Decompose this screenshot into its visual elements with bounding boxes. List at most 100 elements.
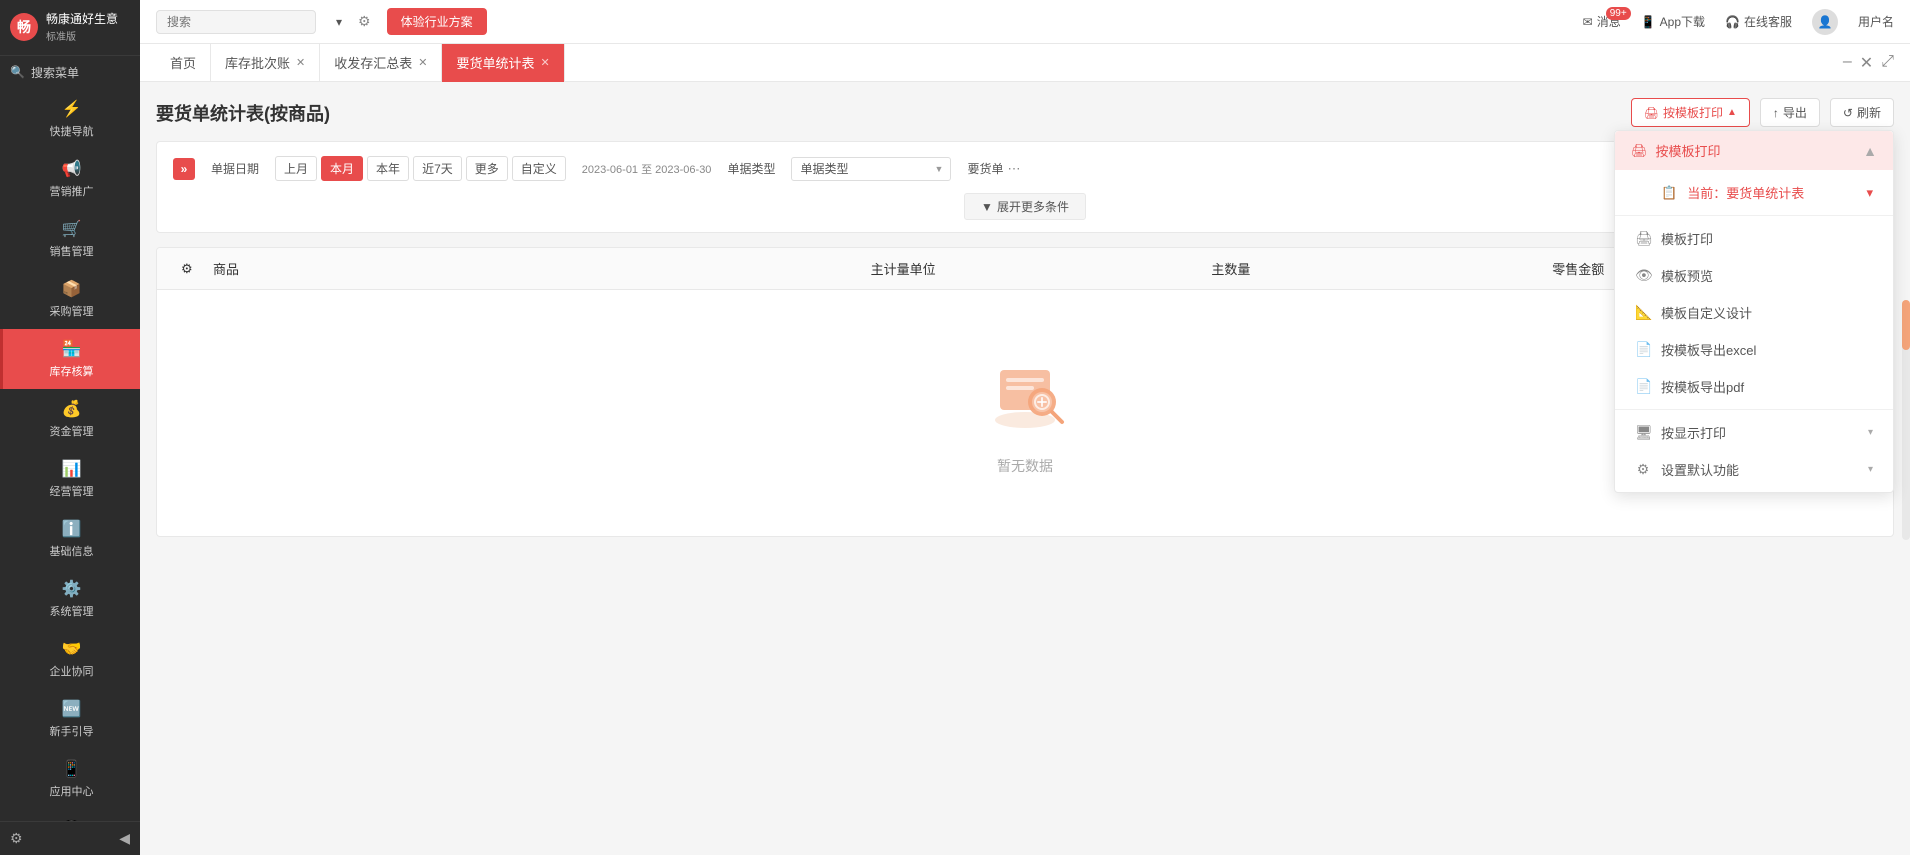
system-icon: ⚙️ bbox=[62, 579, 82, 599]
restore-icon[interactable]: ⤢ bbox=[1881, 53, 1894, 73]
sidebar-item-operations[interactable]: 📊 经营管理 bbox=[0, 449, 140, 509]
th-gear[interactable]: ⚙ bbox=[169, 261, 201, 277]
date-btn-last-month[interactable]: 上月 bbox=[275, 156, 317, 181]
online-support-button[interactable]: 🎧 在线客服 bbox=[1725, 13, 1792, 30]
expand-conditions-button[interactable]: ▼ 展开更多条件 bbox=[964, 193, 1086, 220]
refresh-icon: ↺ bbox=[1843, 106, 1853, 120]
dropdown-close-icon[interactable]: ▲ bbox=[1863, 143, 1877, 159]
message-icon: ✉ bbox=[1583, 15, 1593, 29]
collapse-icon[interactable]: ◀ bbox=[119, 830, 130, 847]
sidebar-item-guide[interactable]: 🆕 新手引导 bbox=[0, 689, 140, 749]
topbar-right: ✉ 消息 99+ 📱 App下载 🎧 在线客服 👤 用户名 bbox=[1583, 9, 1894, 35]
dropdown-title: 🖨 按模板打印 bbox=[1631, 141, 1721, 160]
date-btn-this-month[interactable]: 本月 bbox=[321, 156, 363, 181]
date-btn-7days[interactable]: 近7天 bbox=[413, 156, 462, 181]
date-btn-more[interactable]: 更多 bbox=[466, 156, 508, 181]
date-btn-custom[interactable]: 自定义 bbox=[512, 156, 566, 181]
dropdown-item-display-print[interactable]: 🖥 按显示打印 ▾ bbox=[1615, 414, 1893, 451]
search-icon: 🔍 bbox=[10, 65, 25, 79]
template-custom-icon: 📐 bbox=[1635, 304, 1651, 321]
dropdown-item-export-pdf[interactable]: 📄 按模板导出pdf bbox=[1615, 368, 1893, 405]
basics-icon: ℹ️ bbox=[62, 519, 82, 539]
tab-home[interactable]: 首页 bbox=[156, 44, 211, 82]
sidebar-item-wecom[interactable]: 💬 企业微信 bbox=[0, 809, 140, 821]
current-template-icon: 📋 bbox=[1661, 185, 1677, 201]
type-select-wrap: 单据类型 bbox=[791, 157, 951, 181]
dropdown-item-template-print[interactable]: 🖨 模板打印 bbox=[1615, 220, 1893, 257]
app-download-button[interactable]: 📱 App下载 bbox=[1641, 13, 1705, 30]
sidebar-item-label: 经营管理 bbox=[50, 483, 94, 499]
sidebar-item-marketing[interactable]: 📢 营销推广 bbox=[0, 149, 140, 209]
sidebar-item-label: 新手引导 bbox=[50, 723, 94, 739]
export-label: 导出 bbox=[1783, 104, 1807, 121]
minimize-icon[interactable]: – bbox=[1843, 53, 1852, 73]
sidebar-item-apps[interactable]: 📱 应用中心 bbox=[0, 749, 140, 809]
dropdown-item-template-custom[interactable]: 📐 模板自定义设计 bbox=[1615, 294, 1893, 331]
app-logo-icon: 畅 bbox=[10, 13, 38, 41]
tab-receivable-label: 收发存汇总表 bbox=[334, 53, 412, 72]
tab-order-label: 要货单统计表 bbox=[456, 53, 534, 72]
user-avatar[interactable]: 👤 bbox=[1812, 9, 1838, 35]
page-title: 要货单统计表(按商品) bbox=[156, 100, 330, 126]
sidebar-search[interactable]: 🔍 搜索菜单 bbox=[0, 56, 140, 89]
guide-icon: 🆕 bbox=[62, 699, 82, 719]
set-default-icon: ⚙ bbox=[1635, 461, 1651, 478]
tab-receivable-close-icon[interactable]: ✕ bbox=[418, 56, 427, 69]
tab-order-close-icon[interactable]: ✕ bbox=[541, 56, 550, 69]
tab-order-stats[interactable]: 要货单统计表 ✕ bbox=[442, 44, 564, 82]
tab-batch-account[interactable]: 库存批次账 ✕ bbox=[211, 44, 320, 82]
sidebar-item-label: 销售管理 bbox=[50, 243, 94, 259]
close-window-icon[interactable]: ✕ bbox=[1860, 53, 1873, 73]
download-icon: 📱 bbox=[1641, 15, 1656, 29]
sidebar-item-inventory[interactable]: 🏪 库存核算 bbox=[0, 329, 140, 389]
no-data-icon bbox=[980, 350, 1070, 440]
topbar-search-input[interactable] bbox=[156, 10, 316, 34]
no-data-text: 暂无数据 bbox=[997, 456, 1053, 476]
type-select[interactable]: 单据类型 bbox=[791, 157, 951, 181]
sidebar-item-system[interactable]: ⚙️ 系统管理 bbox=[0, 569, 140, 629]
dropdown-item-template-preview[interactable]: 👁 模板预览 bbox=[1615, 257, 1893, 294]
tabs-window-controls: – ✕ ⤢ bbox=[1843, 53, 1894, 73]
set-default-label: 设置默认功能 bbox=[1661, 460, 1858, 479]
tabs-bar: 首页 库存批次账 ✕ 收发存汇总表 ✕ 要货单统计表 ✕ – ✕ ⤢ bbox=[140, 44, 1910, 82]
current-template-label: 当前：要货单统计表 bbox=[1677, 183, 1866, 202]
sidebar-item-basics[interactable]: ℹ️ 基础信息 bbox=[0, 509, 140, 569]
tab-receivable-summary[interactable]: 收发存汇总表 ✕ bbox=[320, 44, 442, 82]
sidebar-item-purchase[interactable]: 📦 采购管理 bbox=[0, 269, 140, 329]
dropdown-item-export-excel[interactable]: 📄 按模板导出excel bbox=[1615, 331, 1893, 368]
sidebar-item-label: 企业协同 bbox=[50, 663, 94, 679]
enterprise-icon: 🤝 bbox=[62, 639, 82, 659]
scrollbar-thumb[interactable] bbox=[1902, 300, 1910, 350]
export-excel-label: 按模板导出excel bbox=[1661, 340, 1873, 359]
refresh-button[interactable]: ↺ 刷新 bbox=[1830, 98, 1894, 127]
print-button[interactable]: 🖨 按模板打印 ▲ bbox=[1631, 98, 1750, 127]
sidebar-item-finance[interactable]: 💰 资金管理 bbox=[0, 389, 140, 449]
purchase-icon: 📦 bbox=[62, 279, 82, 299]
settings-icon[interactable]: ⚙ bbox=[10, 830, 23, 847]
type-label: 单据类型 bbox=[727, 160, 775, 177]
dropdown-item-set-default[interactable]: ⚙ 设置默认功能 ▾ bbox=[1615, 451, 1893, 488]
export-icon: ↑ bbox=[1773, 106, 1779, 120]
trial-button[interactable]: 体验行业方案 bbox=[387, 8, 487, 35]
topbar-dropdown[interactable]: ▾ bbox=[332, 15, 342, 29]
template-preview-label: 模板预览 bbox=[1661, 266, 1873, 285]
export-button[interactable]: ↑ 导出 bbox=[1760, 98, 1820, 127]
date-btn-this-year[interactable]: 本年 bbox=[367, 156, 409, 181]
th-product: 商品 bbox=[201, 259, 859, 278]
display-print-icon: 🖥 bbox=[1635, 424, 1651, 441]
more-options-icon[interactable]: ⋯ bbox=[1007, 161, 1020, 177]
right-scrollbar[interactable] bbox=[1902, 300, 1910, 540]
date-range-display: 2023-06-01 至 2023-06-30 bbox=[582, 161, 712, 177]
sidebar-item-enterprise[interactable]: 🤝 企业协同 bbox=[0, 629, 140, 689]
marketing-icon: 📢 bbox=[62, 159, 82, 179]
sidebar-item-quick-nav[interactable]: ⚡ 快捷导航 bbox=[0, 89, 140, 149]
avatar-icon: 👤 bbox=[1818, 15, 1833, 29]
filter-expand-icon[interactable]: » bbox=[173, 158, 195, 180]
topbar-gear-icon[interactable]: ⚙ bbox=[358, 13, 371, 30]
tab-batch-close-icon[interactable]: ✕ bbox=[296, 56, 305, 69]
sidebar-item-sales[interactable]: 🛒 销售管理 bbox=[0, 209, 140, 269]
dropdown-items-section: 🖨 模板打印 👁 模板预览 📐 模板自定义设计 📄 bbox=[1615, 216, 1893, 409]
dropdown-current-template[interactable]: 📋 当前：要货单统计表 ▾ bbox=[1615, 174, 1893, 211]
page-header: 要货单统计表(按商品) 🖨 按模板打印 ▲ ↑ 导出 ↺ 刷新 bbox=[156, 98, 1894, 127]
messages-button[interactable]: ✉ 消息 99+ bbox=[1583, 13, 1621, 30]
